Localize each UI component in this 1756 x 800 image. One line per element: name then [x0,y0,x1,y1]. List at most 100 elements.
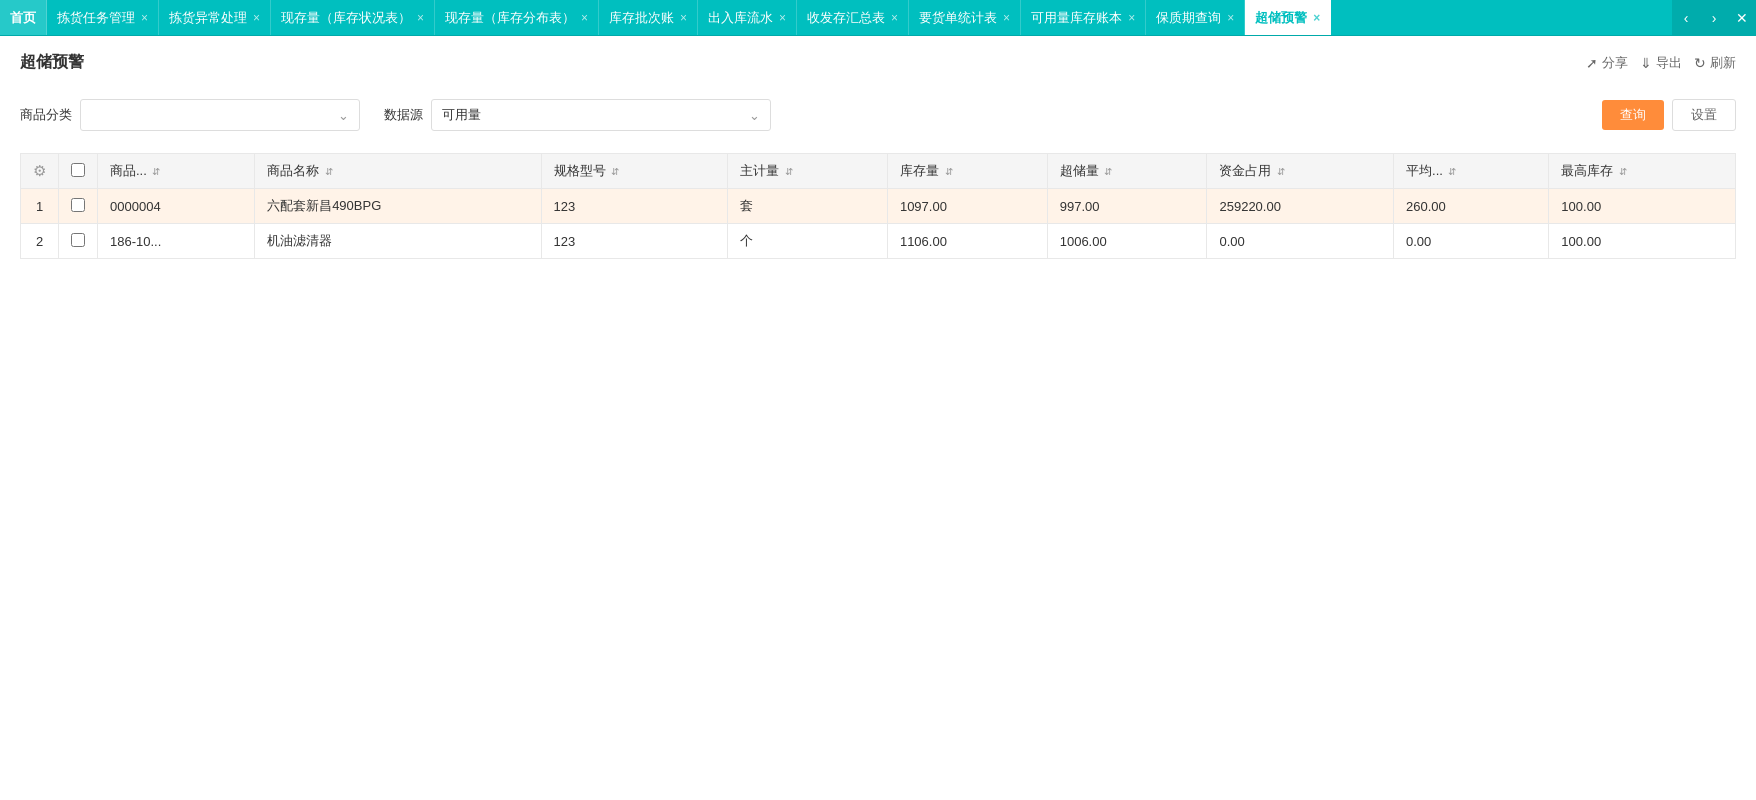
row-settings-1: 2 [21,224,59,259]
row-max-stock-1: 100.00 [1549,224,1736,259]
table-header-row: ⚙ 商品... ⇵ 商品名称 ⇵ 规格型号 ⇵ 主计量 [21,154,1736,189]
row-capital-1: 0.00 [1207,224,1394,259]
nav-item-label-8: 可用量库存账本 [1031,9,1122,27]
nav-item-close-7[interactable]: × [1003,11,1010,25]
col-max-stock-label: 最高库存 [1561,163,1613,178]
col-product-name-label: 商品名称 [267,163,319,178]
sort-product-name-icon: ⇵ [325,166,333,177]
filter-category: 商品分类 ⌄ [20,99,360,131]
col-avg[interactable]: 平均... ⇵ [1394,154,1549,189]
col-settings: ⚙ [21,154,59,189]
nav-item-close-4[interactable]: × [680,11,687,25]
settings-button[interactable]: 设置 [1672,99,1736,131]
refresh-icon: ↻ [1694,55,1706,71]
row-checkbox-cell-0[interactable] [59,189,98,224]
nav-item-close-2[interactable]: × [417,11,424,25]
nav-item-6[interactable]: 收发存汇总表 × [797,0,909,35]
nav-item-2[interactable]: 现存量（库存状况表） × [271,0,435,35]
nav-item-label-7: 要货单统计表 [919,9,997,27]
col-select-all[interactable] [59,154,98,189]
col-stock[interactable]: 库存量 ⇵ [887,154,1047,189]
nav-item-close-3[interactable]: × [581,11,588,25]
datasource-label: 数据源 [384,106,423,124]
row-overstock-0: 997.00 [1047,189,1207,224]
col-product-code[interactable]: 商品... ⇵ [98,154,255,189]
nav-item-label-2: 现存量（库存状况表） [281,9,411,27]
nav-item-8[interactable]: 可用量库存账本 × [1021,0,1146,35]
table-row: 1 0000004 六配套新昌490BPG 123 套 1097.00 997.… [21,189,1736,224]
filter-bar: 商品分类 ⌄ 数据源 可用量 ⌄ 查询 设置 [20,89,1736,141]
nav-item-close-1[interactable]: × [253,11,260,25]
nav-item-close-10[interactable]: × [1313,11,1320,25]
nav-item-5[interactable]: 出入库流水 × [698,0,797,35]
nav-arrow-left[interactable]: ‹ [1672,0,1700,36]
nav-item-3[interactable]: 现存量（库存分布表） × [435,0,599,35]
col-product-name[interactable]: 商品名称 ⇵ [255,154,541,189]
nav-item-label-10: 超储预警 [1255,9,1307,27]
export-label: 导出 [1656,54,1682,72]
col-unit-label: 主计量 [740,163,779,178]
sort-avg-icon: ⇵ [1448,166,1456,177]
query-button[interactable]: 查询 [1602,100,1664,130]
nav-item-1[interactable]: 拣货异常处理× [159,0,271,35]
nav-arrow-right[interactable]: › [1700,0,1728,36]
col-avg-label: 平均... [1406,163,1443,178]
nav-item-close-5[interactable]: × [779,11,786,25]
nav-item-0[interactable]: 拣货任务管理× [47,0,159,35]
col-capital-label: 资金占用 [1219,163,1271,178]
export-button[interactable]: ⇓ 导出 [1640,54,1682,72]
export-icon: ⇓ [1640,55,1652,71]
nav-arrow-close[interactable]: ✕ [1728,0,1756,36]
row-spec-1: 123 [541,224,728,259]
nav-item-label-3: 现存量（库存分布表） [445,9,575,27]
nav-item-label-5: 出入库流水 [708,9,773,27]
row-checkbox-cell-1[interactable] [59,224,98,259]
nav-item-label-9: 保质期查询 [1156,9,1221,27]
data-table: ⚙ 商品... ⇵ 商品名称 ⇵ 规格型号 ⇵ 主计量 [20,153,1736,259]
nav-home[interactable]: 首页 [0,0,47,35]
row-checkbox-0[interactable] [71,198,85,212]
category-select[interactable]: ⌄ [80,99,360,131]
col-product-code-label: 商品... [110,163,147,178]
refresh-button[interactable]: ↻ 刷新 [1694,54,1736,72]
col-unit[interactable]: 主计量 ⇵ [728,154,888,189]
share-label: 分享 [1602,54,1628,72]
nav-item-close-0[interactable]: × [141,11,148,25]
nav-item-close-6[interactable]: × [891,11,898,25]
filter-actions: 查询 设置 [1602,99,1736,131]
row-capital-0: 259220.00 [1207,189,1394,224]
col-capital[interactable]: 资金占用 ⇵ [1207,154,1394,189]
row-avg-1: 0.00 [1394,224,1549,259]
sort-capital-icon: ⇵ [1277,166,1285,177]
row-stock-1: 1106.00 [887,224,1047,259]
sort-product-code-icon: ⇵ [152,166,160,177]
select-all-checkbox[interactable] [71,163,85,177]
nav-item-label-6: 收发存汇总表 [807,9,885,27]
nav-home-label: 首页 [10,9,36,27]
datasource-chevron: ⌄ [749,108,760,123]
page-container: 超储预警 ➚ 分享 ⇓ 导出 ↻ 刷新 商品分类 ⌄ 数据源 [0,36,1756,275]
col-spec[interactable]: 规格型号 ⇵ [541,154,728,189]
nav-item-close-8[interactable]: × [1128,11,1135,25]
settings-gear-icon[interactable]: ⚙ [33,162,46,179]
row-checkbox-1[interactable] [71,233,85,247]
row-unit-1: 个 [728,224,888,259]
sort-spec-icon: ⇵ [611,166,619,177]
datasource-select[interactable]: 可用量 ⌄ [431,99,771,131]
row-unit-0: 套 [728,189,888,224]
nav-item-10[interactable]: 超储预警 × [1245,0,1331,35]
col-max-stock[interactable]: 最高库存 ⇵ [1549,154,1736,189]
nav-item-7[interactable]: 要货单统计表 × [909,0,1021,35]
nav-item-9[interactable]: 保质期查询 × [1146,0,1245,35]
row-max-stock-0: 100.00 [1549,189,1736,224]
page-title: 超储预警 [20,52,84,73]
share-button[interactable]: ➚ 分享 [1586,54,1628,72]
nav-item-4[interactable]: 库存批次账 × [599,0,698,35]
table-body: 1 0000004 六配套新昌490BPG 123 套 1097.00 997.… [21,189,1736,259]
page-header: 超储预警 ➚ 分享 ⇓ 导出 ↻ 刷新 [20,52,1736,73]
nav-item-label-4: 库存批次账 [609,9,674,27]
row-spec-0: 123 [541,189,728,224]
nav-item-close-9[interactable]: × [1227,11,1234,25]
sort-overstock-icon: ⇵ [1104,166,1112,177]
col-overstock[interactable]: 超储量 ⇵ [1047,154,1207,189]
